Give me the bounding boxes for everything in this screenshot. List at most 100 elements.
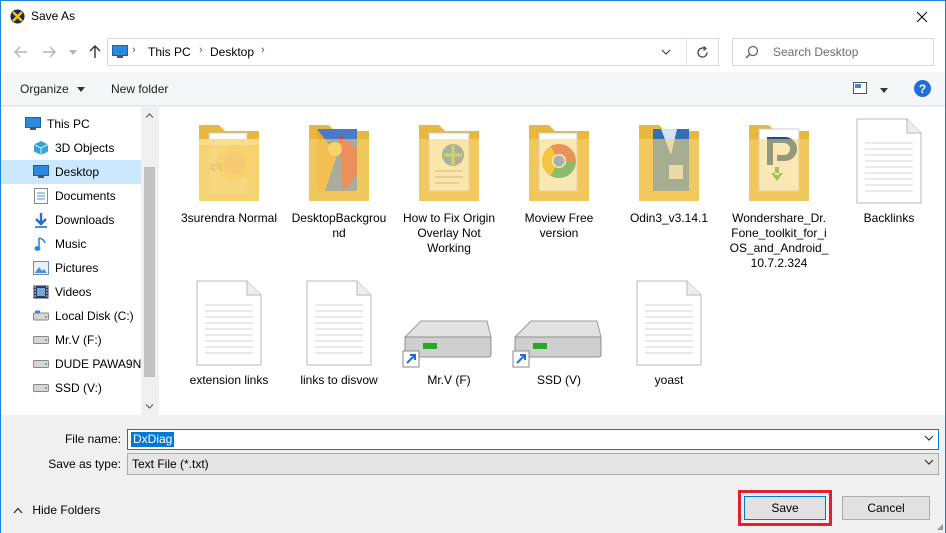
back-button[interactable] xyxy=(11,42,31,62)
scroll-down-button[interactable] xyxy=(141,398,158,415)
chevron-down-icon xyxy=(69,49,77,55)
file-name: Moview Free version xyxy=(524,211,594,240)
file-item-how-to-fix-origin-overlay[interactable]: How to Fix Origin Overlay Not Working xyxy=(399,115,499,256)
resize-grip[interactable]: ◢ xyxy=(937,522,943,531)
navigation-bar: › This PC › Desktop › Search Desktop xyxy=(1,32,945,72)
sidebar-item-pictures[interactable]: Pictures xyxy=(1,256,141,280)
file-item-mr-v-shortcut[interactable]: Mr.V (F) xyxy=(399,277,499,388)
file-name: Odin3_v3.14.1 xyxy=(629,211,709,225)
scroll-up-button[interactable] xyxy=(141,107,158,124)
up-button[interactable] xyxy=(85,42,105,62)
sidebar-item-label: Pictures xyxy=(55,261,99,275)
window-title: Save As xyxy=(31,9,76,23)
hide-folders-label: Hide Folders xyxy=(32,503,101,517)
address-dropdown-button[interactable] xyxy=(650,39,682,65)
file-name-value: DxDiag xyxy=(131,432,175,447)
chevron-down-icon xyxy=(924,459,934,465)
close-button[interactable] xyxy=(899,1,945,32)
folder-icon xyxy=(309,125,369,201)
save-as-type-value: Text File (*.txt) xyxy=(132,457,209,471)
cancel-button[interactable]: Cancel xyxy=(842,496,930,520)
folder-icon: दन xyxy=(199,125,259,201)
file-name-label: File name: xyxy=(64,432,121,446)
sidebar-item-this-pc[interactable]: This PC xyxy=(1,112,141,136)
organize-button[interactable]: Organize xyxy=(20,82,86,96)
recent-locations-button[interactable] xyxy=(63,42,83,62)
text-file-icon xyxy=(306,280,372,366)
file-name-dropdown[interactable] xyxy=(924,433,934,444)
sidebar-item-desktop[interactable]: Desktop xyxy=(1,160,141,184)
breadcrumb-desktop[interactable]: Desktop xyxy=(210,45,254,59)
sidebar-item-dude-pawa9n[interactable]: DUDE PAWA9N ( xyxy=(1,352,141,376)
arrow-left-icon xyxy=(14,46,27,58)
hide-folders-toggle[interactable]: Hide Folders xyxy=(13,503,100,517)
chevron-up-icon xyxy=(145,113,154,118)
refresh-button[interactable] xyxy=(686,39,718,65)
drive-shortcut-icon xyxy=(402,320,492,368)
sidebar-item-videos[interactable]: Videos xyxy=(1,280,141,304)
sidebar-item-documents[interactable]: Documents xyxy=(1,184,141,208)
arrow-right-icon xyxy=(43,46,56,58)
sidebar-scrollbar[interactable] xyxy=(141,107,158,415)
pictures-icon xyxy=(33,260,49,276)
file-name: DesktopBackground xyxy=(291,211,387,240)
file-name: Mr.V (F) xyxy=(427,373,471,387)
scrollbar-thumb[interactable] xyxy=(144,167,155,377)
videos-icon xyxy=(33,284,49,300)
change-view-button[interactable] xyxy=(853,82,889,97)
file-item-3surendra-normal[interactable]: दन 3surendra Normal xyxy=(179,115,279,226)
breadcrumb-separator: › xyxy=(261,44,265,56)
chevron-down-icon xyxy=(145,404,154,409)
sidebar-item-local-disk-c[interactable]: Local Disk (C:) xyxy=(1,304,141,328)
search-input[interactable]: Search Desktop xyxy=(773,45,858,59)
save-button[interactable]: Save xyxy=(744,496,826,520)
file-name: SSD (V) xyxy=(536,373,581,387)
save-options-panel: File name: DxDiag Save as type: Text Fil… xyxy=(1,415,945,533)
file-item-moview-free-version[interactable]: Moview Free version xyxy=(509,115,609,241)
sidebar-item-3d-objects[interactable]: 3D Objects xyxy=(1,136,141,160)
breadcrumb-separator: › xyxy=(199,44,203,56)
drive-icon xyxy=(33,332,49,348)
address-bar[interactable]: › This PC › Desktop › xyxy=(107,38,719,66)
organize-label: Organize xyxy=(20,82,69,96)
save-as-type-select[interactable]: Text File (*.txt) xyxy=(127,453,939,475)
sidebar-item-label: This PC xyxy=(47,117,90,131)
file-list: दन 3surendra Normal DesktopBackground xyxy=(159,107,945,415)
file-item-wondershare-dr-fone[interactable]: Wondershare_Dr.Fone_toolkit_for_iOS_and_… xyxy=(729,115,829,271)
file-item-yoast[interactable]: yoast xyxy=(619,277,719,388)
file-item-odin3[interactable]: Odin3_v3.14.1 xyxy=(619,115,719,226)
new-folder-button[interactable]: New folder xyxy=(111,82,168,96)
folder-icon xyxy=(529,125,589,201)
sidebar-item-mr-v[interactable]: Mr.V (F:) xyxy=(1,328,141,352)
file-name-field[interactable]: DxDiag xyxy=(127,429,939,450)
chevron-down-icon xyxy=(661,49,671,55)
file-item-extension-links[interactable]: extension links xyxy=(179,277,279,388)
file-item-desktopbackground[interactable]: DesktopBackground xyxy=(289,115,389,241)
forward-button[interactable] xyxy=(39,42,59,62)
refresh-icon xyxy=(697,45,708,58)
folder-icon xyxy=(639,125,699,201)
monitor-icon xyxy=(25,116,41,132)
file-item-ssd-v-shortcut[interactable]: SSD (V) xyxy=(509,277,609,388)
drive-icon xyxy=(33,308,49,324)
drive-icon xyxy=(33,380,49,396)
folder-icon xyxy=(749,125,809,201)
file-item-backlinks[interactable]: Backlinks xyxy=(839,115,939,226)
sidebar-item-downloads[interactable]: Downloads xyxy=(1,208,141,232)
breadcrumb-this-pc[interactable]: This PC xyxy=(148,45,191,59)
title-bar: Save As xyxy=(1,1,945,32)
sidebar-item-label: Local Disk (C:) xyxy=(55,309,134,323)
search-box[interactable]: Search Desktop xyxy=(732,38,934,66)
sidebar-item-label: Downloads xyxy=(55,213,115,227)
sidebar-item-ssd-v[interactable]: SSD (V:) xyxy=(1,376,141,400)
sidebar-item-music[interactable]: Music xyxy=(1,232,141,256)
breadcrumb-separator: › xyxy=(132,44,136,56)
file-name: 3surendra Normal xyxy=(180,211,278,225)
download-icon xyxy=(33,212,49,228)
file-item-links-to-disvow[interactable]: links to disvow xyxy=(289,277,389,388)
drive-icon xyxy=(33,356,49,372)
help-button[interactable]: ? xyxy=(914,80,931,97)
save-as-type-dropdown[interactable] xyxy=(924,457,934,468)
help-icon: ? xyxy=(918,81,927,96)
text-file-icon xyxy=(856,118,922,204)
